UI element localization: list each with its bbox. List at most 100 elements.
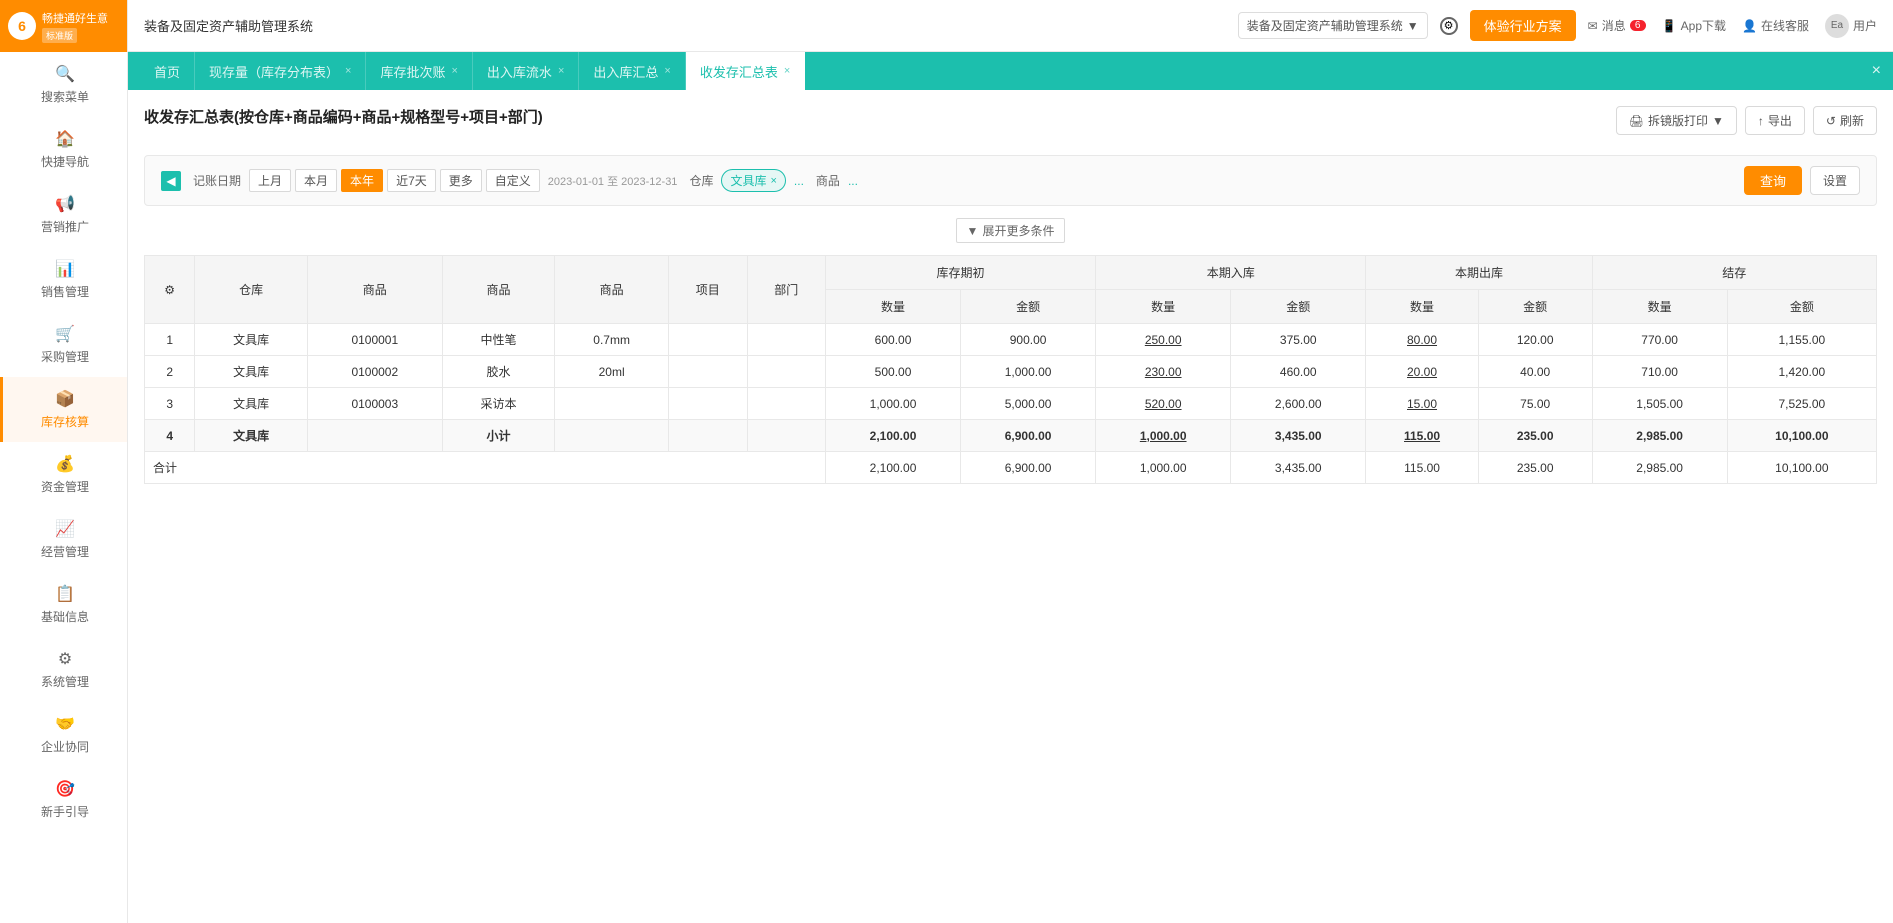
row-name: 胶水 bbox=[442, 356, 554, 388]
row-in-qty[interactable]: 230.00 bbox=[1096, 356, 1231, 388]
sidebar-icon-0: 🔍 bbox=[55, 64, 75, 84]
row-out-qty[interactable]: 20.00 bbox=[1366, 356, 1478, 388]
warehouse-value: 文具库 bbox=[730, 172, 766, 189]
row-name: 中性笔 bbox=[442, 324, 554, 356]
settings-icon[interactable]: ⚙ bbox=[1440, 17, 1458, 35]
sidebar-label-8: 基础信息 bbox=[41, 608, 89, 625]
row-open-qty: 500.00 bbox=[825, 356, 960, 388]
row-out-qty[interactable]: 80.00 bbox=[1366, 324, 1478, 356]
table-header-code: 商品 bbox=[307, 256, 442, 324]
subtotal-open-qty: 2,100.00 bbox=[825, 420, 960, 452]
table-row: 2 文具库 0100002 胶水 20ml 500.00 1,000.00 23… bbox=[145, 356, 1877, 388]
table-header-settings[interactable]: ⚙ bbox=[145, 256, 195, 324]
date-btn-自定义[interactable]: 自定义 bbox=[486, 169, 540, 192]
topbar-select[interactable]: 装备及固定资产辅助管理系统 ▼ bbox=[1238, 12, 1428, 39]
tab-label-4: 出入库汇总 bbox=[593, 62, 658, 81]
tab-label-0: 首页 bbox=[154, 62, 180, 81]
refresh-btn[interactable]: ↺ 刷新 bbox=[1813, 106, 1877, 135]
goods-more-btn[interactable]: ... bbox=[848, 174, 858, 188]
filter-settings-btn[interactable]: 设置 bbox=[1810, 166, 1860, 195]
subtotal-dept bbox=[747, 420, 825, 452]
sidebar-icon-8: 📋 bbox=[55, 584, 75, 604]
row-no: 3 bbox=[145, 388, 195, 420]
row-code: 0100001 bbox=[307, 324, 442, 356]
row-open-qty: 600.00 bbox=[825, 324, 960, 356]
experience-btn[interactable]: 体验行业方案 bbox=[1470, 10, 1576, 41]
row-in-qty[interactable]: 520.00 bbox=[1096, 388, 1231, 420]
warehouse-more-btn[interactable]: ... bbox=[794, 174, 804, 188]
date-btn-本年[interactable]: 本年 bbox=[341, 169, 383, 192]
sidebar-item-6[interactable]: 💰资金管理 bbox=[0, 442, 127, 507]
sidebar-label-1: 快捷导航 bbox=[41, 153, 89, 170]
row-out-qty[interactable]: 15.00 bbox=[1366, 388, 1478, 420]
data-table: ⚙ 仓库 商品 商品 商品 项目 部门 库存期初 本期入库 本期出库 结存 bbox=[144, 255, 1877, 484]
date-btn-更多[interactable]: 更多 bbox=[440, 169, 482, 192]
warehouse-tag-close[interactable]: × bbox=[770, 175, 776, 187]
sidebar-item-1[interactable]: 🏠 快捷导航 bbox=[0, 117, 127, 182]
sidebar-label-5: 库存核算 bbox=[41, 413, 89, 430]
page-title: 收发存汇总表(按仓库+商品编码+商品+规格型号+项目+部门) bbox=[144, 106, 543, 127]
total-out-qty: 115.00 bbox=[1366, 452, 1478, 484]
tab-close-3[interactable]: × bbox=[558, 65, 564, 77]
messages-btn[interactable]: ✉ 消息 6 bbox=[1588, 17, 1646, 34]
query-btn[interactable]: 查询 bbox=[1744, 166, 1802, 195]
tab-4[interactable]: 出入库汇总 × bbox=[579, 52, 685, 90]
service-icon: 👤 bbox=[1742, 19, 1757, 33]
collapse-arrow[interactable]: ◀ bbox=[161, 171, 181, 191]
sidebar-item-7[interactable]: 📈经营管理 bbox=[0, 507, 127, 572]
total-open-qty: 2,100.00 bbox=[825, 452, 960, 484]
row-close-amt: 1,420.00 bbox=[1727, 356, 1876, 388]
tabs-close-all-btn[interactable]: × bbox=[1872, 62, 1881, 80]
table-header-out: 本期出库 bbox=[1366, 256, 1592, 290]
chevron-down-icon: ▼ bbox=[1407, 19, 1419, 33]
user-btn[interactable]: Ea 用户 bbox=[1825, 14, 1877, 38]
sidebar-item-2[interactable]: 📢营销推广 bbox=[0, 182, 127, 247]
sidebar-item-3[interactable]: 📊销售管理 bbox=[0, 247, 127, 312]
sidebar-label-3: 销售管理 bbox=[41, 283, 89, 300]
warehouse-tag[interactable]: 文具库 × bbox=[721, 169, 785, 192]
tab-1[interactable]: 现存量（库存分布表）× bbox=[195, 52, 366, 90]
subtotal-no: 4 bbox=[145, 420, 195, 452]
tab-close-5[interactable]: × bbox=[784, 65, 790, 77]
total-out-amt: 235.00 bbox=[1478, 452, 1592, 484]
total-close-amt: 10,100.00 bbox=[1727, 452, 1876, 484]
date-btn-近7天[interactable]: 近7天 bbox=[387, 169, 436, 192]
online-service-btn[interactable]: 👤 在线客服 bbox=[1742, 17, 1809, 34]
tab-close-2[interactable]: × bbox=[451, 65, 457, 77]
subtotal-warehouse: 文具库 bbox=[195, 420, 307, 452]
tab-3[interactable]: 出入库流水× bbox=[473, 52, 579, 90]
sidebar-item-10[interactable]: 🤝企业协同 bbox=[0, 702, 127, 767]
subtotal-name: 小计 bbox=[442, 420, 554, 452]
page: 收发存汇总表(按仓库+商品编码+商品+规格型号+项目+部门) 🖨 拆镜版打印 ▼… bbox=[128, 90, 1893, 923]
logo-icon: 6 bbox=[8, 12, 36, 40]
topbar-select-label: 装备及固定资产辅助管理系统 bbox=[1247, 17, 1403, 34]
logo-text: 畅捷通好生意 标准版 bbox=[42, 10, 108, 43]
row-close-qty: 1,505.00 bbox=[1592, 388, 1727, 420]
sidebar-item-0[interactable]: 🔍搜索菜单 bbox=[0, 52, 127, 117]
sidebar-label-6: 资金管理 bbox=[41, 478, 89, 495]
sidebar-item-9[interactable]: ⚙系统管理 bbox=[0, 637, 127, 702]
expand-conditions-btn[interactable]: ▼ 展开更多条件 bbox=[956, 218, 1066, 243]
date-btn-本月[interactable]: 本月 bbox=[295, 169, 337, 192]
sidebar-item-11[interactable]: 🎯新手引导 bbox=[0, 767, 127, 832]
table-header-in: 本期入库 bbox=[1096, 256, 1366, 290]
sidebar-item-5[interactable]: 📦库存核算 bbox=[0, 377, 127, 442]
tab-2[interactable]: 库存批次账× bbox=[366, 52, 472, 90]
app-download-btn[interactable]: 📱 App下载 bbox=[1662, 17, 1726, 34]
sidebar-icon-1: 🏠 bbox=[55, 129, 75, 149]
sidebar-item-4[interactable]: 🛒采购管理 bbox=[0, 312, 127, 377]
messages-label: 消息 bbox=[1602, 17, 1626, 34]
tab-close-1[interactable]: × bbox=[345, 65, 351, 77]
export-btn[interactable]: ↑ 导出 bbox=[1745, 106, 1805, 135]
table-header-opening: 库存期初 bbox=[825, 256, 1095, 290]
sidebar-item-8[interactable]: 📋 基础信息 bbox=[0, 572, 127, 637]
date-btn-上月[interactable]: 上月 bbox=[249, 169, 291, 192]
tab-close-4[interactable]: × bbox=[664, 65, 670, 77]
tab-5[interactable]: 收发存汇总表× bbox=[686, 52, 805, 90]
tab-0[interactable]: 首页 bbox=[140, 52, 195, 90]
row-close-qty: 770.00 bbox=[1592, 324, 1727, 356]
total-in-qty: 1,000.00 bbox=[1096, 452, 1231, 484]
print-btn[interactable]: 🖨 拆镜版打印 ▼ bbox=[1616, 106, 1737, 135]
row-in-qty[interactable]: 250.00 bbox=[1096, 324, 1231, 356]
table-header-out-amt: 金额 bbox=[1478, 290, 1592, 324]
